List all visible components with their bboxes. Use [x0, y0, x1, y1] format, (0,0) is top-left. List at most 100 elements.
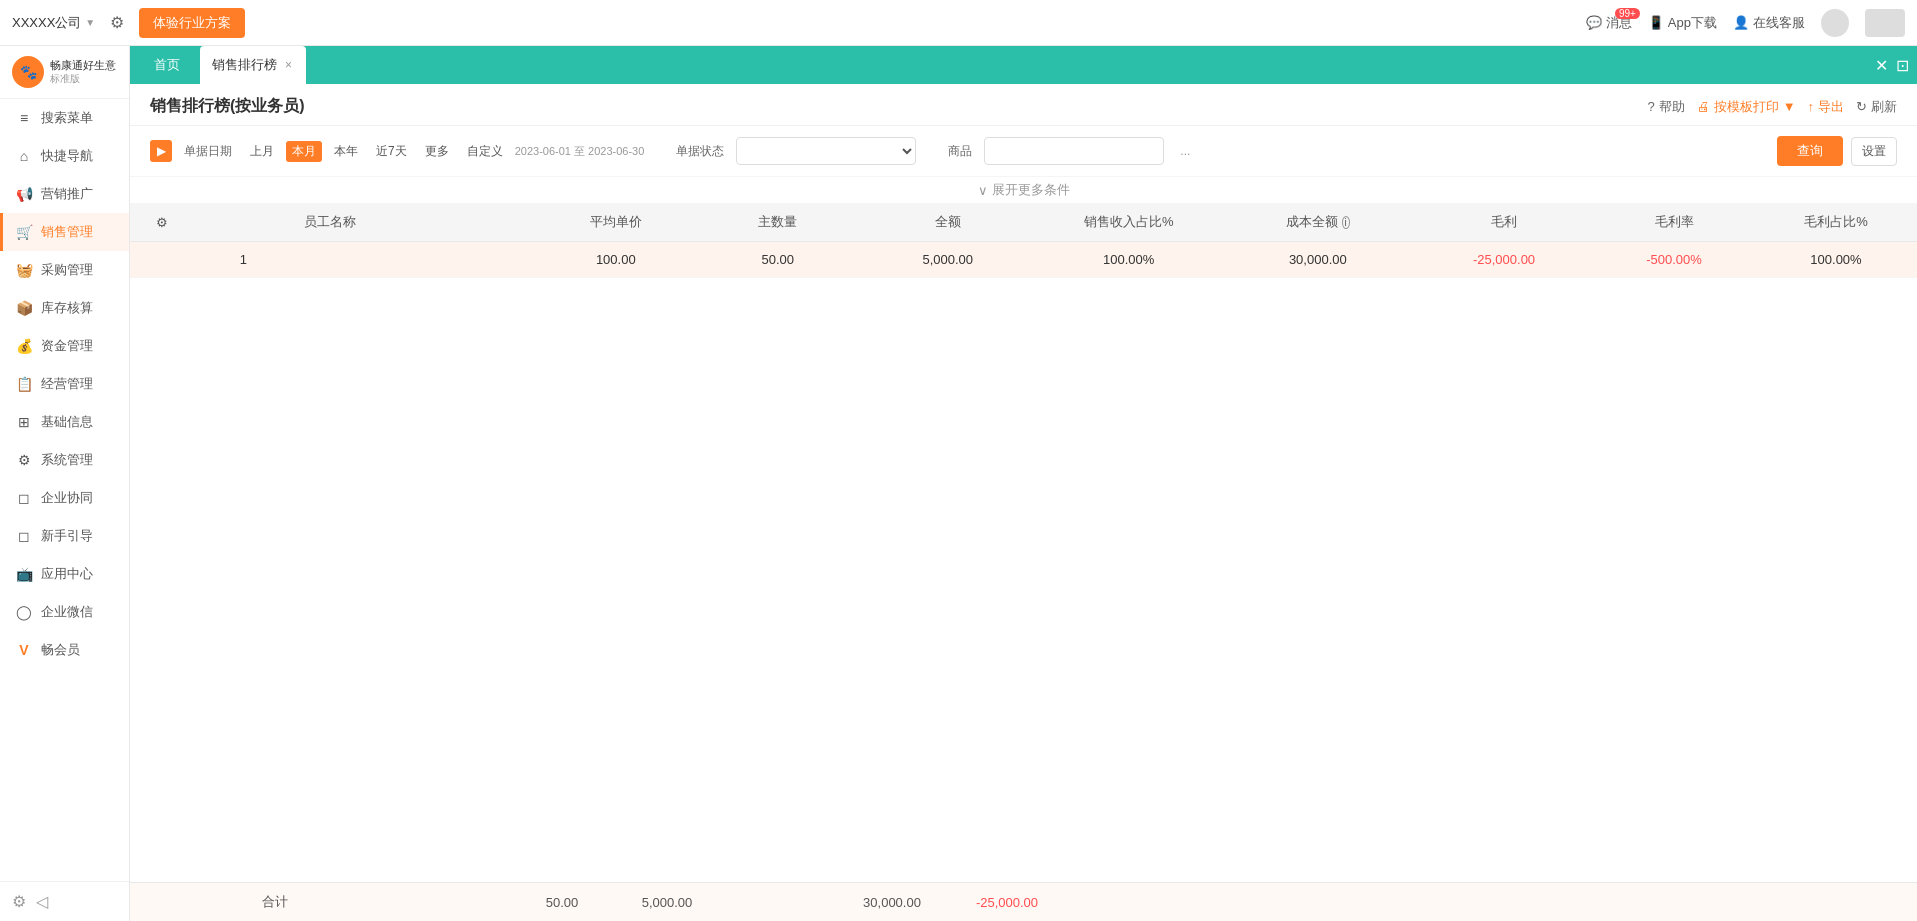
- filter-toggle-btn[interactable]: ▶: [150, 140, 172, 162]
- col-avg-header: 平均单价: [535, 203, 697, 242]
- sidebar-settings-btn[interactable]: ⚙: [12, 892, 26, 911]
- trial-button[interactable]: 体验行业方案: [139, 8, 245, 38]
- avatar[interactable]: [1821, 9, 1849, 37]
- sidebar-item-label: 应用中心: [41, 565, 93, 583]
- tab-sales-ranking[interactable]: 销售排行榜 ×: [200, 46, 306, 84]
- sidebar-logo: 🐾 畅康通好生意 标准版: [0, 46, 129, 99]
- message-badge: 99+: [1615, 8, 1640, 19]
- settings-icon[interactable]: ⚙: [103, 9, 131, 37]
- date-this-month-btn[interactable]: 本月: [286, 141, 322, 162]
- sidebar-item-sales[interactable]: 🛒 销售管理: [0, 213, 129, 251]
- page-content: 销售排行榜(按业务员) ? 帮助 🖨 按模板打印 ▼ ↑ 导出: [130, 84, 1917, 921]
- date-this-year-btn[interactable]: 本年: [328, 141, 364, 162]
- home-icon: ⌂: [15, 148, 33, 164]
- company-selector[interactable]: XXXXX公司 ▼: [12, 14, 95, 32]
- service-icon: 👤: [1733, 15, 1749, 30]
- sidebar-item-newbie[interactable]: ◻ 新手引导: [0, 517, 129, 555]
- sidebar-item-label: 快捷导航: [41, 147, 93, 165]
- date-more-btn[interactable]: 更多: [419, 141, 455, 162]
- online-service-label: 在线客服: [1753, 14, 1805, 32]
- sidebar: 🐾 畅康通好生意 标准版 ≡ 搜索菜单 ⌂ 快捷导航 📢 营销推广 🛒 销售管理…: [0, 46, 130, 921]
- sidebar-item-finance[interactable]: 💰 资金管理: [0, 327, 129, 365]
- table-row: 1 100.00 50.00 5,000.00 100.00% 30,000.0…: [130, 242, 1917, 278]
- app-center-icon: 📺: [15, 566, 33, 582]
- sidebar-item-label: 经营管理: [41, 375, 93, 393]
- sidebar-item-purchase[interactable]: 🧺 采购管理: [0, 251, 129, 289]
- sidebar-item-enterprise-collab[interactable]: ◻ 企业协同: [0, 479, 129, 517]
- tab-bar: 首页 销售排行榜 × ✕ ⊡: [130, 46, 1917, 84]
- sidebar-item-app-center[interactable]: 📺 应用中心: [0, 555, 129, 593]
- sidebar-item-label: 畅会员: [41, 641, 80, 659]
- sidebar-item-label: 销售管理: [41, 223, 93, 241]
- tab-home[interactable]: 首页: [138, 46, 196, 84]
- page-header: 销售排行榜(按业务员) ? 帮助 🖨 按模板打印 ▼ ↑ 导出: [130, 84, 1917, 126]
- export-btn[interactable]: ↑ 导出: [1808, 98, 1845, 116]
- sidebar-item-label: 系统管理: [41, 451, 93, 469]
- tab-restore-btn[interactable]: ⊡: [1896, 56, 1909, 75]
- tab-close-btn[interactable]: ×: [283, 58, 294, 72]
- help-btn[interactable]: ? 帮助: [1647, 98, 1684, 116]
- footer-gross: -25,000.00: [952, 895, 1062, 910]
- goods-input[interactable]: [984, 137, 1164, 165]
- sidebar-item-operation[interactable]: 📋 经营管理: [0, 365, 129, 403]
- sidebar-item-marketing[interactable]: 📢 营销推广: [0, 175, 129, 213]
- sidebar-item-inventory[interactable]: 📦 库存核算: [0, 289, 129, 327]
- date-prev-month-btn[interactable]: 上月: [244, 141, 280, 162]
- refresh-btn[interactable]: ↻ 刷新: [1856, 98, 1897, 116]
- col-gear: ⚙: [130, 203, 195, 242]
- col-qty-header: 主数量: [697, 203, 859, 242]
- col-gross-header: 毛利: [1415, 203, 1593, 242]
- refresh-icon: ↻: [1856, 99, 1867, 114]
- sales-ranking-table: ⚙ 员工名称 平均单价 主数量 全额 销售收入占比% 成本全额 i 毛利 毛利率…: [130, 203, 1917, 278]
- app-icon: 📱: [1648, 15, 1664, 30]
- logo-sub: 标准版: [50, 72, 116, 86]
- sidebar-item-label: 资金管理: [41, 337, 93, 355]
- sidebar-item-wechat[interactable]: ◯ 企业微信: [0, 593, 129, 631]
- col-rank-header: [195, 203, 292, 242]
- online-service-btn[interactable]: 👤 在线客服: [1733, 14, 1805, 32]
- date-custom-btn[interactable]: 自定义: [461, 141, 509, 162]
- user-name-area: [1865, 9, 1905, 37]
- page-title: 销售排行榜(按业务员): [150, 96, 305, 117]
- sidebar-item-basic-info[interactable]: ⊞ 基础信息: [0, 403, 129, 441]
- expand-more-btn[interactable]: ∨ 展开更多条件: [978, 181, 1070, 199]
- status-select[interactable]: [736, 137, 916, 165]
- sidebar-collapse-btn[interactable]: ◁: [36, 892, 48, 911]
- purchase-icon: 🧺: [15, 262, 33, 278]
- help-icon: ?: [1647, 99, 1654, 114]
- content-area: 首页 销售排行榜 × ✕ ⊡ 销售排行榜(按业务员) ? 帮助: [130, 46, 1917, 921]
- cost-info-icon[interactable]: i: [1342, 216, 1350, 229]
- finance-icon: 💰: [15, 338, 33, 354]
- sidebar-item-member[interactable]: V 畅会员: [0, 631, 129, 669]
- sales-icon: 🛒: [15, 224, 33, 240]
- wechat-icon: ◯: [15, 604, 33, 620]
- sidebar-item-search-order[interactable]: ≡ 搜索菜单: [0, 99, 129, 137]
- sidebar-item-label: 库存核算: [41, 299, 93, 317]
- sidebar-item-system[interactable]: ⚙ 系统管理: [0, 441, 129, 479]
- app-download-btn[interactable]: 📱 App下载: [1648, 14, 1717, 32]
- chevron-down-icon: ▼: [85, 17, 95, 28]
- cell-rank: 1: [195, 242, 292, 278]
- cell-gross: -25,000.00: [1415, 242, 1593, 278]
- sidebar-item-label: 新手引导: [41, 527, 93, 545]
- template-print-btn[interactable]: 🖨 按模板打印 ▼: [1697, 98, 1796, 116]
- cell-cost: 30,000.00: [1221, 242, 1415, 278]
- sidebar-item-label: 企业协同: [41, 489, 93, 507]
- tab-close-window-btn[interactable]: ✕: [1875, 56, 1888, 75]
- table-container: ⚙ 员工名称 平均单价 主数量 全额 销售收入占比% 成本全额 i 毛利 毛利率…: [130, 203, 1917, 882]
- message-btn[interactable]: 💬 消息 99+: [1586, 14, 1632, 32]
- date-range-display: 2023-06-01 至 2023-06-30: [515, 144, 645, 159]
- date-filter-label: 单据日期: [184, 143, 232, 160]
- footer-qty: 50.00: [512, 895, 612, 910]
- top-right-area: 💬 消息 99+ 📱 App下载 👤 在线客服: [1586, 9, 1905, 37]
- tab-bar-right: ✕ ⊡: [1875, 56, 1909, 75]
- cell-gear: [130, 242, 195, 278]
- column-settings-btn[interactable]: 设置: [1851, 137, 1897, 166]
- more-filter-btn[interactable]: ...: [1180, 144, 1190, 158]
- sidebar-item-quick-nav[interactable]: ⌂ 快捷导航: [0, 137, 129, 175]
- query-btn[interactable]: 查询: [1777, 136, 1843, 166]
- date-7days-btn[interactable]: 近7天: [370, 141, 413, 162]
- cell-sales-pct: 100.00%: [1037, 242, 1221, 278]
- sidebar-item-label: 采购管理: [41, 261, 93, 279]
- footer-amount: 5,000.00: [612, 895, 722, 910]
